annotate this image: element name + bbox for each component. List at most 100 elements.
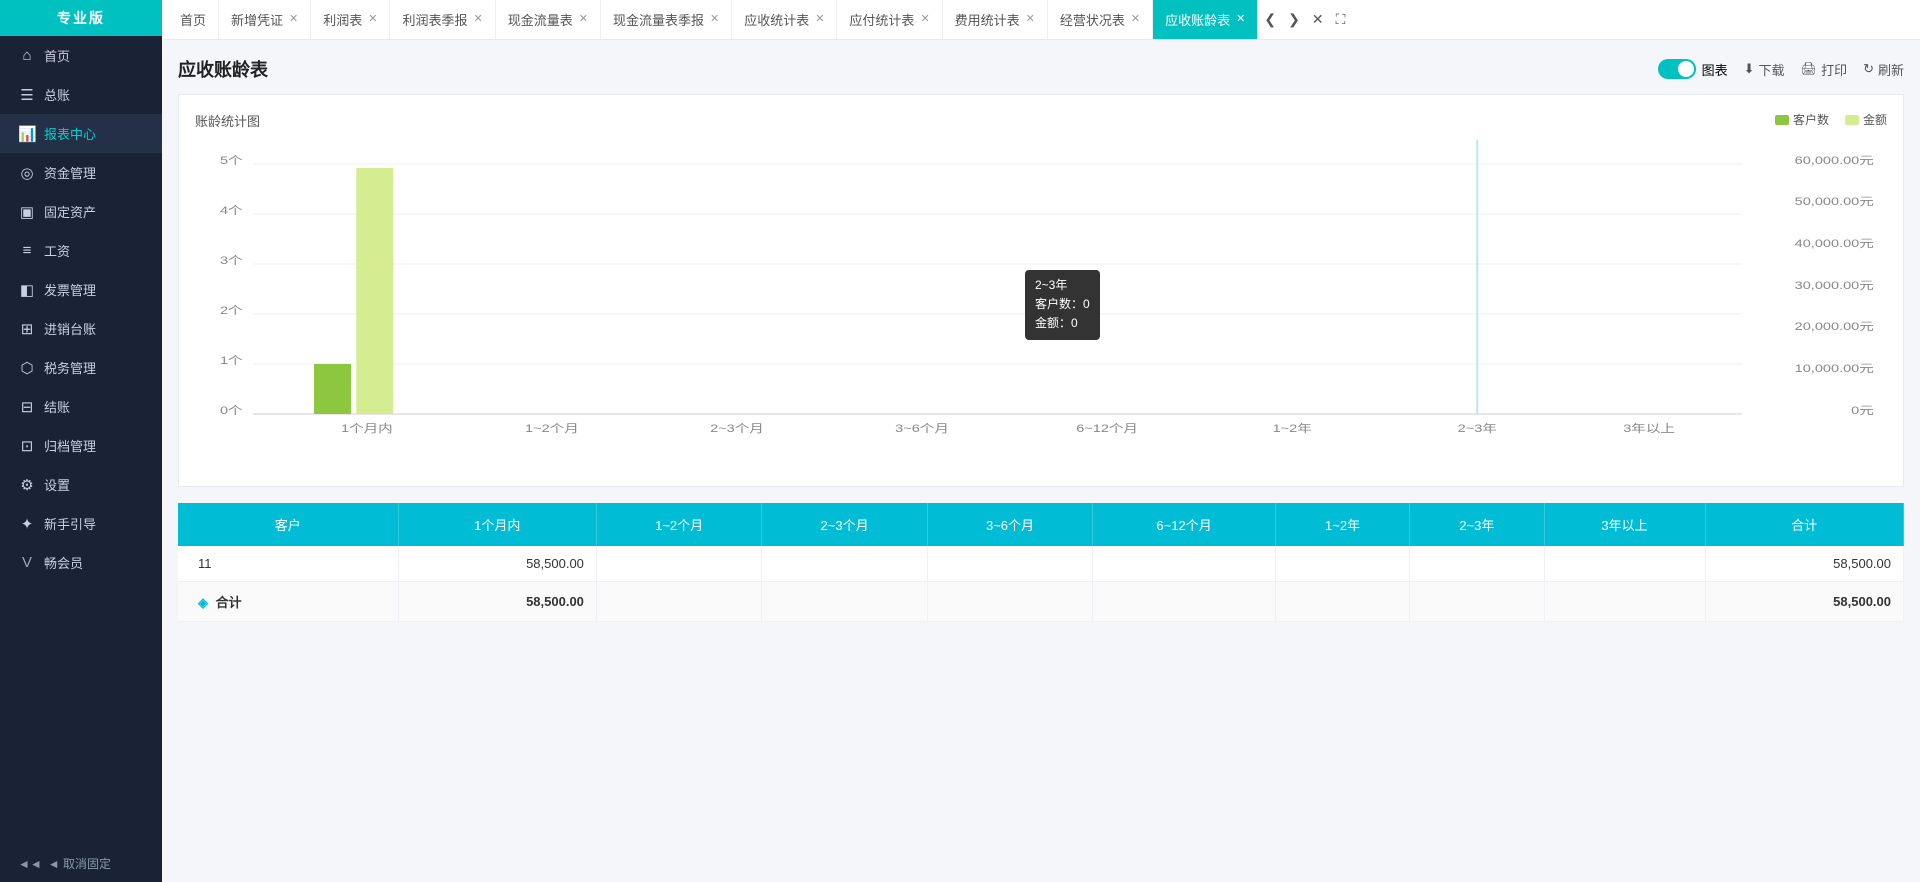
cell-2-3y bbox=[1410, 546, 1544, 582]
unpin-label: ◄ 取消固定 bbox=[48, 855, 111, 872]
cell-1m: 58,500.00 bbox=[398, 546, 596, 582]
unpin-sidebar[interactable]: ◄◄ ◄ 取消固定 bbox=[0, 845, 162, 882]
tab-ar-stat[interactable]: 应收统计表 ✕ bbox=[732, 0, 837, 39]
tab-profit-quarter-label: 利润表季报 bbox=[402, 10, 467, 29]
assets-icon: ▣ bbox=[18, 203, 36, 221]
download-button[interactable]: ⬇ 下载 bbox=[1744, 60, 1785, 79]
sidebar-item-member[interactable]: V 畅会员 bbox=[0, 543, 162, 582]
sidebar-item-capital[interactable]: ◎ 资金管理 bbox=[0, 153, 162, 192]
tab-ar-aging-label: 应收账龄表 bbox=[1165, 10, 1230, 29]
home-icon: ⌂ bbox=[18, 47, 36, 64]
legend-amount: 金额 bbox=[1845, 111, 1887, 128]
tab-profit-close[interactable]: ✕ bbox=[368, 14, 377, 25]
member-icon: V bbox=[18, 554, 36, 571]
sidebar-item-assets[interactable]: ▣ 固定资产 bbox=[0, 192, 162, 231]
tab-profit-quarter-close[interactable]: ✕ bbox=[474, 14, 483, 25]
tab-ar-aging-close[interactable]: ✕ bbox=[1236, 14, 1245, 25]
svg-text:4个: 4个 bbox=[220, 204, 243, 217]
tab-voucher-label: 新增凭证 bbox=[231, 10, 283, 29]
tab-close-all[interactable]: ✕ bbox=[1306, 7, 1330, 32]
total-2-3m bbox=[762, 582, 927, 622]
tab-ar-aging[interactable]: 应收账龄表 ✕ bbox=[1153, 0, 1258, 39]
cell-customer: 11 bbox=[178, 546, 398, 582]
sidebar-item-label: 工资 bbox=[44, 241, 70, 260]
refresh-icon: ↻ bbox=[1863, 61, 1874, 77]
col-total: 合计 bbox=[1705, 503, 1903, 546]
tab-expand[interactable]: ⛶ bbox=[1330, 7, 1352, 32]
toggle-thumb bbox=[1678, 61, 1694, 77]
print-button[interactable]: 🖨 打印 bbox=[1801, 60, 1848, 79]
svg-text:1个: 1个 bbox=[220, 354, 243, 367]
tab-home[interactable]: 首页 bbox=[168, 0, 219, 39]
sidebar-item-sales[interactable]: ⊞ 进销台账 bbox=[0, 309, 162, 348]
invoice-icon: ◧ bbox=[18, 281, 36, 299]
settings-icon: ⚙ bbox=[18, 476, 36, 494]
svg-text:1~2个月: 1~2个月 bbox=[525, 422, 579, 435]
tab-voucher[interactable]: 新增凭证 ✕ bbox=[219, 0, 311, 39]
tab-nav-right[interactable]: ❯ bbox=[1282, 7, 1306, 32]
sidebar-item-label: 结账 bbox=[44, 397, 70, 416]
tab-ap-stat[interactable]: 应付统计表 ✕ bbox=[837, 0, 942, 39]
tab-bar: 首页 新增凭证 ✕ 利润表 ✕ 利润表季报 ✕ 现金流量表 ✕ 现金流量表季报 … bbox=[162, 0, 1920, 40]
sidebar-item-home[interactable]: ⌂ 首页 bbox=[0, 36, 162, 75]
tab-cashflow-close[interactable]: ✕ bbox=[579, 14, 588, 25]
sidebar-item-reports[interactable]: 📊 报表中心 bbox=[0, 114, 162, 153]
refresh-button[interactable]: ↻ 刷新 bbox=[1863, 60, 1904, 79]
sidebar-item-tax[interactable]: ⬡ 税务管理 bbox=[0, 348, 162, 387]
tab-ar-stat-close[interactable]: ✕ bbox=[815, 14, 824, 25]
refresh-label: 刷新 bbox=[1878, 60, 1904, 79]
total-label: ◈ 合计 bbox=[178, 582, 398, 622]
legend-amount-color bbox=[1845, 115, 1859, 125]
sidebar-item-invoice[interactable]: ◧ 发票管理 bbox=[0, 270, 162, 309]
chart-toggle[interactable]: 图表 bbox=[1658, 59, 1728, 79]
svg-text:40,000.00元: 40,000.00元 bbox=[1795, 237, 1874, 250]
sidebar-item-label: 税务管理 bbox=[44, 358, 96, 377]
total-3-6m bbox=[927, 582, 1092, 622]
page-content: 应收账龄表 图表 ⬇ 下载 🖨 打印 ↻ 刷新 bbox=[162, 40, 1920, 882]
cell-total: 58,500.00 bbox=[1705, 546, 1903, 582]
header-actions: 图表 ⬇ 下载 🖨 打印 ↻ 刷新 bbox=[1658, 59, 1904, 79]
cell-2-3m bbox=[762, 546, 927, 582]
sidebar-item-label: 新手引导 bbox=[44, 514, 96, 533]
col-2-3m: 2~3个月 bbox=[762, 503, 927, 546]
tab-profit-label: 利润表 bbox=[323, 10, 362, 29]
sidebar-item-guide[interactable]: ✦ 新手引导 bbox=[0, 504, 162, 543]
svg-text:3年以上: 3年以上 bbox=[1623, 422, 1675, 435]
tab-expense-close[interactable]: ✕ bbox=[1026, 14, 1035, 25]
close-account-icon: ⊟ bbox=[18, 398, 36, 416]
sidebar-item-ledger[interactable]: ☰ 总账 bbox=[0, 75, 162, 114]
tab-voucher-close[interactable]: ✕ bbox=[289, 14, 298, 25]
tab-ap-stat-close[interactable]: ✕ bbox=[920, 14, 929, 25]
cell-3-6m bbox=[927, 546, 1092, 582]
tab-ap-stat-label: 应付统计表 bbox=[849, 10, 914, 29]
bar-amount-1m bbox=[356, 168, 393, 414]
chart-svg-area: 5个 4个 3个 2个 1个 0个 60,000.00元 50,000.00元 … bbox=[195, 140, 1887, 470]
tab-business[interactable]: 经营状况表 ✕ bbox=[1048, 0, 1153, 39]
toggle-track[interactable] bbox=[1658, 59, 1696, 79]
sidebar-item-label: 固定资产 bbox=[44, 202, 96, 221]
sidebar-item-label: 畅会员 bbox=[44, 553, 83, 572]
ledger-icon: ☰ bbox=[18, 86, 36, 104]
sidebar-item-payroll[interactable]: ≡ 工资 bbox=[0, 231, 162, 270]
tab-nav-left[interactable]: ❮ bbox=[1258, 7, 1282, 32]
download-label: 下载 bbox=[1759, 60, 1785, 79]
tab-expense[interactable]: 费用统计表 ✕ bbox=[943, 0, 1048, 39]
capital-icon: ◎ bbox=[18, 164, 36, 182]
cell-1-2y bbox=[1275, 546, 1409, 582]
svg-text:30,000.00元: 30,000.00元 bbox=[1795, 279, 1874, 292]
guide-icon: ✦ bbox=[18, 515, 36, 533]
sidebar-item-archive[interactable]: ⊡ 归档管理 bbox=[0, 426, 162, 465]
tab-profit[interactable]: 利润表 ✕ bbox=[311, 0, 390, 39]
svg-text:20,000.00元: 20,000.00元 bbox=[1795, 320, 1874, 333]
sales-icon: ⊞ bbox=[18, 320, 36, 338]
tab-cashflow-quarter[interactable]: 现金流量表季报 ✕ bbox=[601, 0, 732, 39]
col-3-6m: 3~6个月 bbox=[927, 503, 1092, 546]
sidebar-item-close[interactable]: ⊟ 结账 bbox=[0, 387, 162, 426]
chart-container: 账龄统计图 客户数 金额 5个 4个 3个 2个 1个 bbox=[178, 94, 1904, 487]
tab-business-close[interactable]: ✕ bbox=[1131, 14, 1140, 25]
tab-cashflow[interactable]: 现金流量表 ✕ bbox=[496, 0, 601, 39]
sidebar-item-settings[interactable]: ⚙ 设置 bbox=[0, 465, 162, 504]
svg-text:6~12个月: 6~12个月 bbox=[1076, 422, 1138, 435]
tab-cashflow-quarter-close[interactable]: ✕ bbox=[710, 14, 719, 25]
tab-profit-quarter[interactable]: 利润表季报 ✕ bbox=[390, 0, 495, 39]
